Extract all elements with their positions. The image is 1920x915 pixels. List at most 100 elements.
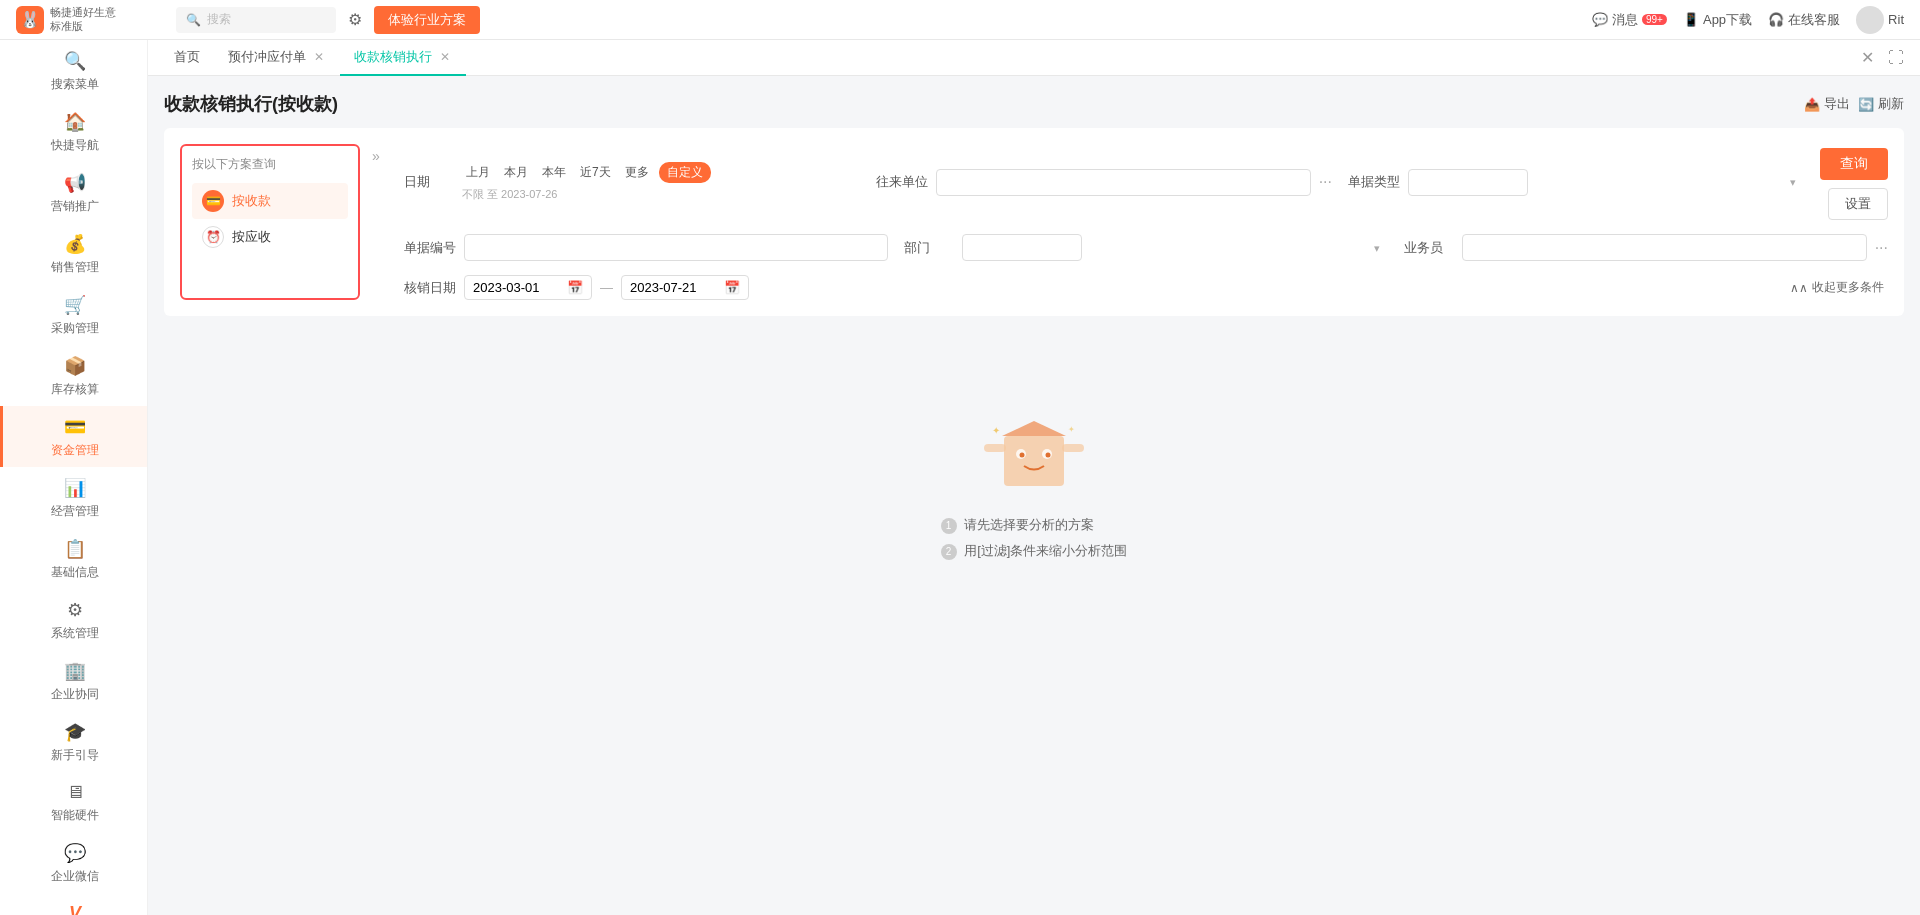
counterpart-label: 往来单位 — [876, 173, 928, 191]
verify-date-to-wrap: 📅 — [621, 275, 749, 300]
doctype-select[interactable] — [1408, 169, 1528, 196]
message-btn[interactable]: 💬 消息 99+ — [1592, 11, 1667, 29]
calendar-from-icon[interactable]: 📅 — [567, 280, 583, 295]
headset-icon: 🎧 — [1768, 12, 1784, 27]
date-label: 日期 — [404, 173, 454, 191]
sidebar-label-sales: 销售管理 — [51, 259, 99, 276]
sidebar-item-system[interactable]: ⚙ 系统管理 — [0, 589, 147, 650]
finance-icon: 💳 — [64, 416, 86, 438]
tab-receipt[interactable]: 收款核销执行 ✕ — [340, 40, 466, 76]
tab-prepay-close[interactable]: ✕ — [312, 50, 326, 64]
receipt-icon: 💳 — [202, 190, 224, 212]
filter-option-by-receipt[interactable]: 💳 按收款 — [192, 183, 348, 219]
sidebar-label-base: 基础信息 — [51, 564, 99, 581]
sidebar-label-inventory: 库存核算 — [51, 381, 99, 398]
setting-btn[interactable]: 设置 — [1828, 188, 1888, 220]
sidebar-label-operation: 经营管理 — [51, 503, 99, 520]
sidebar-item-wechat[interactable]: 💬 企业微信 — [0, 832, 147, 893]
svg-rect-7 — [1062, 444, 1084, 452]
sidebar-item-inventory[interactable]: 📦 库存核算 — [0, 345, 147, 406]
refresh-btn[interactable]: 🔄 刷新 — [1858, 95, 1904, 113]
svg-rect-6 — [984, 444, 1006, 452]
sidebar-item-search[interactable]: 🔍 搜索菜单 — [0, 40, 147, 101]
svg-rect-0 — [1004, 436, 1064, 486]
docno-input[interactable] — [464, 234, 888, 261]
brand-line1: 畅捷通好生意 — [50, 6, 116, 19]
online-service-btn[interactable]: 🎧 在线客服 — [1768, 11, 1840, 29]
sidebar-item-nav[interactable]: 🏠 快捷导航 — [0, 101, 147, 162]
staff-filter: 业务员 ··· — [1404, 234, 1888, 261]
shortcut-this-month[interactable]: 本月 — [500, 162, 532, 183]
brand: 🐰 畅捷通好生意 标准版 — [16, 6, 164, 34]
doctype-filter: 单据类型 — [1348, 169, 1804, 196]
sidebar-item-sales[interactable]: 💰 销售管理 — [0, 223, 147, 284]
counterpart-more-btn[interactable]: ··· — [1319, 173, 1332, 191]
staff-more-btn[interactable]: ··· — [1875, 239, 1888, 257]
date-range-separator: — — [600, 280, 613, 295]
page-header: 收款核销执行(按收款) 📤 导出 🔄 刷新 — [164, 92, 1904, 116]
online-service-label: 在线客服 — [1788, 11, 1840, 29]
verify-date-from-input[interactable] — [473, 280, 563, 295]
shortcut-this-year[interactable]: 本年 — [538, 162, 570, 183]
docno-label: 单据编号 — [404, 239, 456, 257]
collapse-icon: ∧∧ — [1790, 281, 1808, 295]
topbar-search[interactable]: 🔍 搜索 — [176, 7, 336, 33]
filter-collapse-btn[interactable]: » — [372, 144, 392, 300]
shortcut-7days[interactable]: 近7天 — [576, 162, 615, 183]
sidebar-item-guide[interactable]: 🎓 新手引导 — [0, 711, 147, 772]
empty-hint-1: 1 请先选择要分析的方案 — [941, 512, 1128, 538]
verify-date-to-input[interactable] — [630, 280, 720, 295]
sidebar-label-hardware: 智能硬件 — [51, 807, 99, 824]
collapse-more-label: 收起更多条件 — [1812, 279, 1884, 296]
collapse-more-btn[interactable]: ∧∧ 收起更多条件 — [1790, 279, 1888, 296]
shortcut-more[interactable]: 更多 — [621, 162, 653, 183]
verify-date-from-wrap: 📅 — [464, 275, 592, 300]
sidebar-label-finance: 资金管理 — [51, 442, 99, 459]
tab-close-all-btn[interactable]: ✕ — [1857, 46, 1878, 69]
counterpart-input[interactable] — [936, 169, 1311, 196]
filter-actions: 查询 设置 — [1820, 144, 1888, 220]
sidebar-item-operation[interactable]: 📊 经营管理 — [0, 467, 147, 528]
sidebar: 🔍 搜索菜单 🏠 快捷导航 📢 营销推广 💰 销售管理 🛒 采购管理 📦 库存核… — [0, 40, 148, 915]
sidebar-item-finance[interactable]: 💳 资金管理 — [0, 406, 147, 467]
sidebar-item-hardware[interactable]: 🖥 智能硬件 — [0, 772, 147, 832]
app-icon: 📱 — [1683, 12, 1699, 27]
sidebar-item-corp[interactable]: 🏢 企业协同 — [0, 650, 147, 711]
tab-prepay[interactable]: 预付冲应付单 ✕ — [214, 40, 340, 76]
empty-hints: 1 请先选择要分析的方案 2 用[过滤]条件来缩小分析范围 — [941, 512, 1128, 564]
app-download-btn[interactable]: 📱 App下载 — [1683, 11, 1752, 29]
page-content: 收款核销执行(按收款) 📤 导出 🔄 刷新 按以下方案查询 — [148, 76, 1920, 915]
tab-receipt-label: 收款核销执行 — [354, 48, 432, 66]
message-label: 消息 — [1612, 11, 1638, 29]
brand-line2: 标准版 — [50, 20, 116, 33]
sidebar-item-base[interactable]: 📋 基础信息 — [0, 528, 147, 589]
export-btn[interactable]: 📤 导出 — [1804, 95, 1850, 113]
tab-fullscreen-btn[interactable]: ⛶ — [1884, 47, 1908, 69]
brand-text: 畅捷通好生意 标准版 — [50, 6, 116, 32]
date-note: 不限 至 2023-07-26 — [462, 187, 711, 202]
tab-prepay-label: 预付冲应付单 — [228, 48, 306, 66]
empty-state: ✦ ✦ 1 请先选择要分析的方案 2 用[过滤]条件来缩小分析范围 — [164, 396, 1904, 564]
settings-icon[interactable]: ⚙ — [348, 10, 362, 29]
shortcut-custom[interactable]: 自定义 — [659, 162, 711, 183]
staff-input[interactable] — [1462, 234, 1867, 261]
tab-home[interactable]: 首页 — [160, 40, 214, 76]
svg-marker-1 — [1002, 421, 1066, 436]
calendar-to-icon[interactable]: 📅 — [724, 280, 740, 295]
sidebar-item-marketing[interactable]: 📢 营销推广 — [0, 162, 147, 223]
topbar-right: 💬 消息 99+ 📱 App下载 🎧 在线客服 Rit — [1592, 6, 1904, 34]
svg-point-4 — [1020, 453, 1025, 458]
dept-select[interactable] — [962, 234, 1082, 261]
filter-option-receivable-label: 按应收 — [232, 228, 271, 246]
tab-receipt-close[interactable]: ✕ — [438, 50, 452, 64]
shortcut-last-month[interactable]: 上月 — [462, 162, 494, 183]
filter-option-by-receivable[interactable]: ⏰ 按应收 — [192, 219, 348, 255]
industry-btn[interactable]: 体验行业方案 — [374, 6, 480, 34]
message-icon: 💬 — [1592, 12, 1608, 27]
user-profile-btn[interactable]: Rit — [1856, 6, 1904, 34]
sidebar-item-purchase[interactable]: 🛒 采购管理 — [0, 284, 147, 345]
query-btn[interactable]: 查询 — [1820, 148, 1888, 180]
tabbar-actions: ✕ ⛶ — [1857, 46, 1908, 69]
operation-icon: 📊 — [64, 477, 86, 499]
sidebar-item-vip[interactable]: V 畅会员 — [0, 893, 147, 915]
